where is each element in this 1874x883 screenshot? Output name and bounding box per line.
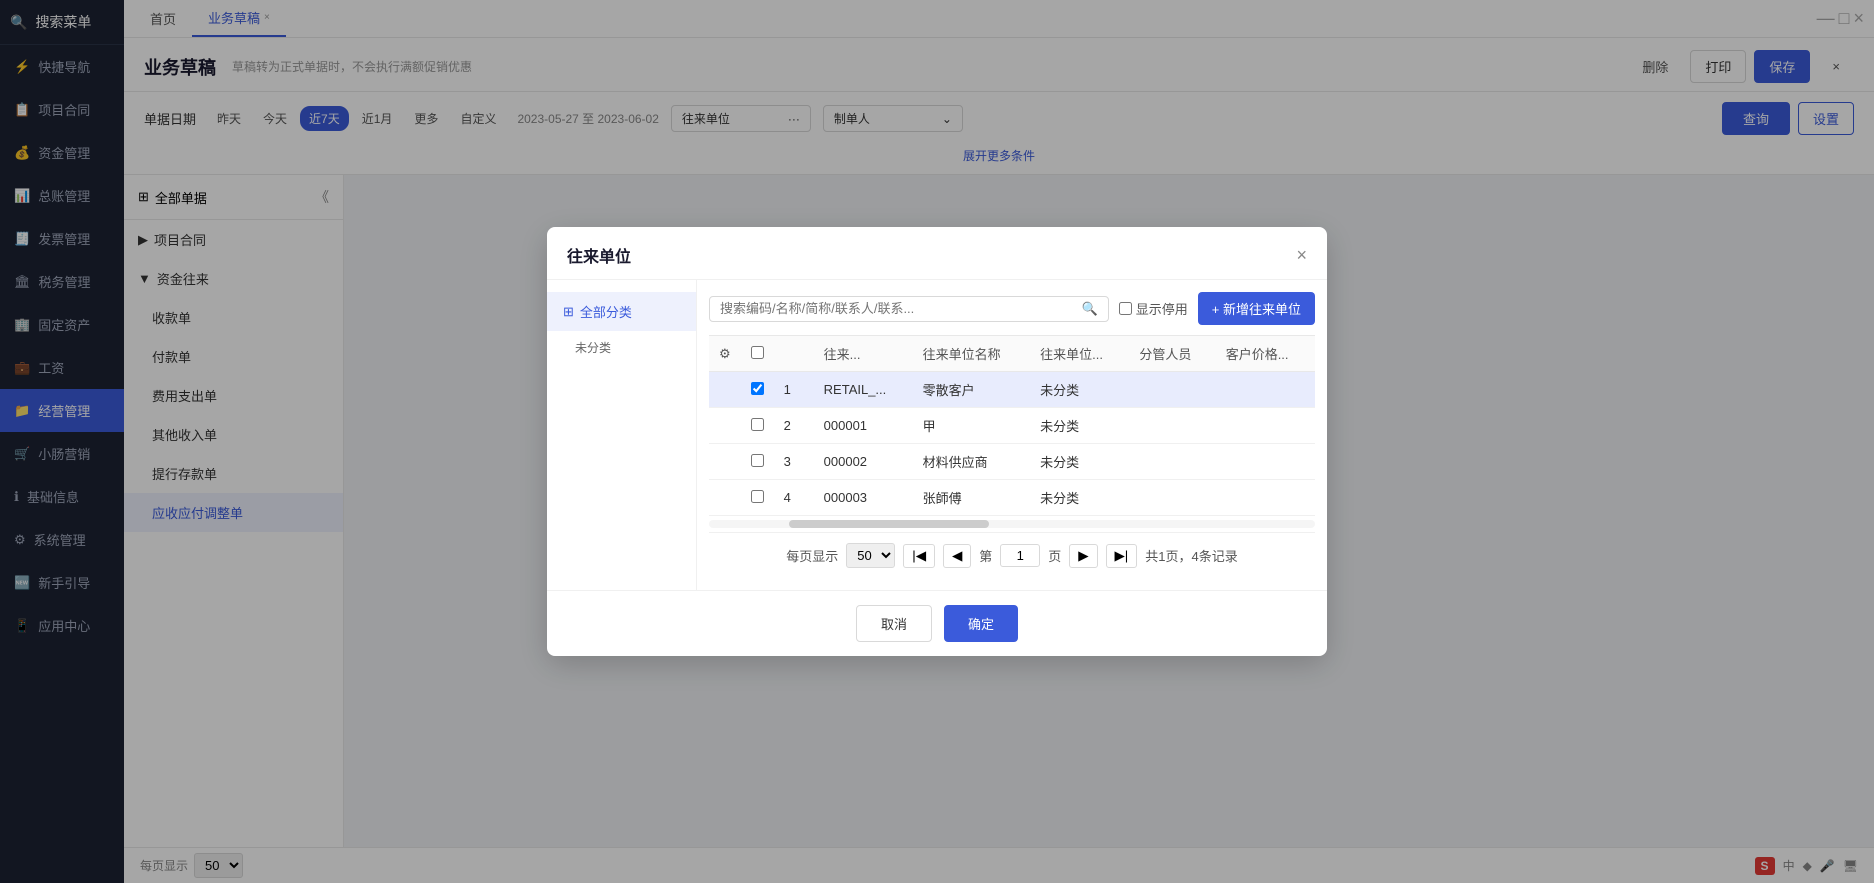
scrollbar-thumb[interactable]: [789, 520, 989, 528]
show-disabled-text: 显示停用: [1136, 299, 1188, 318]
last-page-btn[interactable]: ▶|: [1106, 544, 1138, 568]
cancel-button[interactable]: 取消: [856, 605, 932, 642]
modal-sidebar-label: 全部分类: [580, 302, 632, 321]
cell-setting: [709, 480, 741, 516]
cell-setting: [709, 372, 741, 408]
page-label: 第: [979, 546, 992, 565]
search-box[interactable]: 🔍: [709, 296, 1109, 322]
table-row[interactable]: 4 000003 张師傅 未分类: [709, 480, 1315, 516]
cell-code: 000002: [814, 444, 913, 480]
modal-header: 往来单位 ×: [547, 227, 1327, 280]
table-header-row: ⚙ 往来... 往来单位名称 往来单位... 分管人员 客户价格...: [709, 336, 1315, 372]
cell-category: 未分类: [1030, 372, 1129, 408]
modal-sidebar: ⊞ 全部分类 未分类: [547, 280, 697, 590]
modal-sidebar-all-category[interactable]: ⊞ 全部分类: [547, 292, 696, 331]
cell-name: 张師傅: [913, 480, 1030, 516]
modal-sidebar-unclassified[interactable]: 未分类: [547, 331, 696, 364]
cell-name: 甲: [913, 408, 1030, 444]
add-unit-button[interactable]: + 新增往来单位: [1198, 292, 1315, 325]
cell-check[interactable]: [741, 480, 774, 516]
cell-setting: [709, 408, 741, 444]
table-row[interactable]: 2 000001 甲 未分类: [709, 408, 1315, 444]
cell-check[interactable]: [741, 372, 774, 408]
cell-category: 未分类: [1030, 444, 1129, 480]
cell-no: 4: [774, 480, 814, 516]
modal-main-content: 🔍 显示停用 + 新增往来单位 ⚙: [697, 280, 1327, 590]
row-checkbox[interactable]: [751, 490, 764, 503]
cell-no: 3: [774, 444, 814, 480]
cell-manager: [1129, 372, 1215, 408]
modal-body: ⊞ 全部分类 未分类 🔍 显示停用: [547, 280, 1327, 590]
cell-check[interactable]: [741, 444, 774, 480]
prev-page-btn[interactable]: ◀: [943, 544, 971, 568]
cell-name: 零散客户: [913, 372, 1030, 408]
modal-toolbar: 🔍 显示停用 + 新增往来单位: [709, 292, 1315, 325]
total-text: 共1页，4条记录: [1145, 546, 1237, 565]
modal-pagination: 每页显示 50 |◀ ◀ 第 页 ▶ ▶| 共1页，4条记录: [709, 532, 1315, 578]
cell-manager: [1129, 480, 1215, 516]
row-checkbox[interactable]: [751, 382, 764, 395]
th-no: [774, 336, 814, 372]
cell-code: RETAIL_...: [814, 372, 913, 408]
th-setting[interactable]: ⚙: [709, 336, 741, 372]
row-checkbox[interactable]: [751, 454, 764, 467]
page-suffix: 页: [1048, 546, 1061, 565]
show-disabled-label[interactable]: 显示停用: [1119, 299, 1188, 318]
th-manager: 分管人员: [1129, 336, 1215, 372]
th-check[interactable]: [741, 336, 774, 372]
first-page-btn[interactable]: |◀: [903, 544, 935, 568]
cell-category: 未分类: [1030, 480, 1129, 516]
modal-title: 往来单位: [567, 243, 631, 267]
select-all-checkbox[interactable]: [751, 346, 764, 359]
row-checkbox[interactable]: [751, 418, 764, 431]
cell-no: 2: [774, 408, 814, 444]
search-icon: 🔍: [1082, 301, 1098, 317]
cell-code: 000003: [814, 480, 913, 516]
modal-sidebar-sub-label: 未分类: [575, 341, 611, 355]
cell-name: 材料供应商: [913, 444, 1030, 480]
modal-overlay[interactable]: 往来单位 × ⊞ 全部分类 未分类 🔍: [0, 0, 1874, 883]
cell-price: [1216, 372, 1315, 408]
cell-manager: [1129, 444, 1215, 480]
modal-dialog: 往来单位 × ⊞ 全部分类 未分类 🔍: [547, 227, 1327, 656]
th-name: 往来单位名称: [913, 336, 1030, 372]
next-page-btn[interactable]: ▶: [1069, 544, 1097, 568]
page-input[interactable]: [1000, 544, 1040, 567]
per-page-label: 每页显示: [786, 546, 838, 565]
modal-data-table: ⚙ 往来... 往来单位名称 往来单位... 分管人员 客户价格...: [709, 335, 1315, 516]
cell-price: [1216, 444, 1315, 480]
horizontal-scrollbar[interactable]: [709, 520, 1315, 528]
search-input[interactable]: [720, 301, 1076, 316]
th-category: 往来单位...: [1030, 336, 1129, 372]
confirm-button[interactable]: 确定: [944, 605, 1018, 642]
modal-table-wrapper: ⚙ 往来... 往来单位名称 往来单位... 分管人员 客户价格...: [709, 335, 1315, 516]
th-code: 往来...: [814, 336, 913, 372]
cell-price: [1216, 408, 1315, 444]
per-page-select[interactable]: 50: [846, 543, 895, 568]
table-row[interactable]: 1 RETAIL_... 零散客户 未分类: [709, 372, 1315, 408]
grid-icon: ⊞: [563, 304, 574, 320]
cell-setting: [709, 444, 741, 480]
cell-code: 000001: [814, 408, 913, 444]
table-row[interactable]: 3 000002 材料供应商 未分类: [709, 444, 1315, 480]
cell-price: [1216, 480, 1315, 516]
cell-no: 1: [774, 372, 814, 408]
modal-footer: 取消 确定: [547, 590, 1327, 656]
modal-close-button[interactable]: ×: [1296, 245, 1307, 266]
show-disabled-checkbox[interactable]: [1119, 302, 1132, 315]
cell-category: 未分类: [1030, 408, 1129, 444]
th-price: 客户价格...: [1216, 336, 1315, 372]
cell-manager: [1129, 408, 1215, 444]
cell-check[interactable]: [741, 408, 774, 444]
